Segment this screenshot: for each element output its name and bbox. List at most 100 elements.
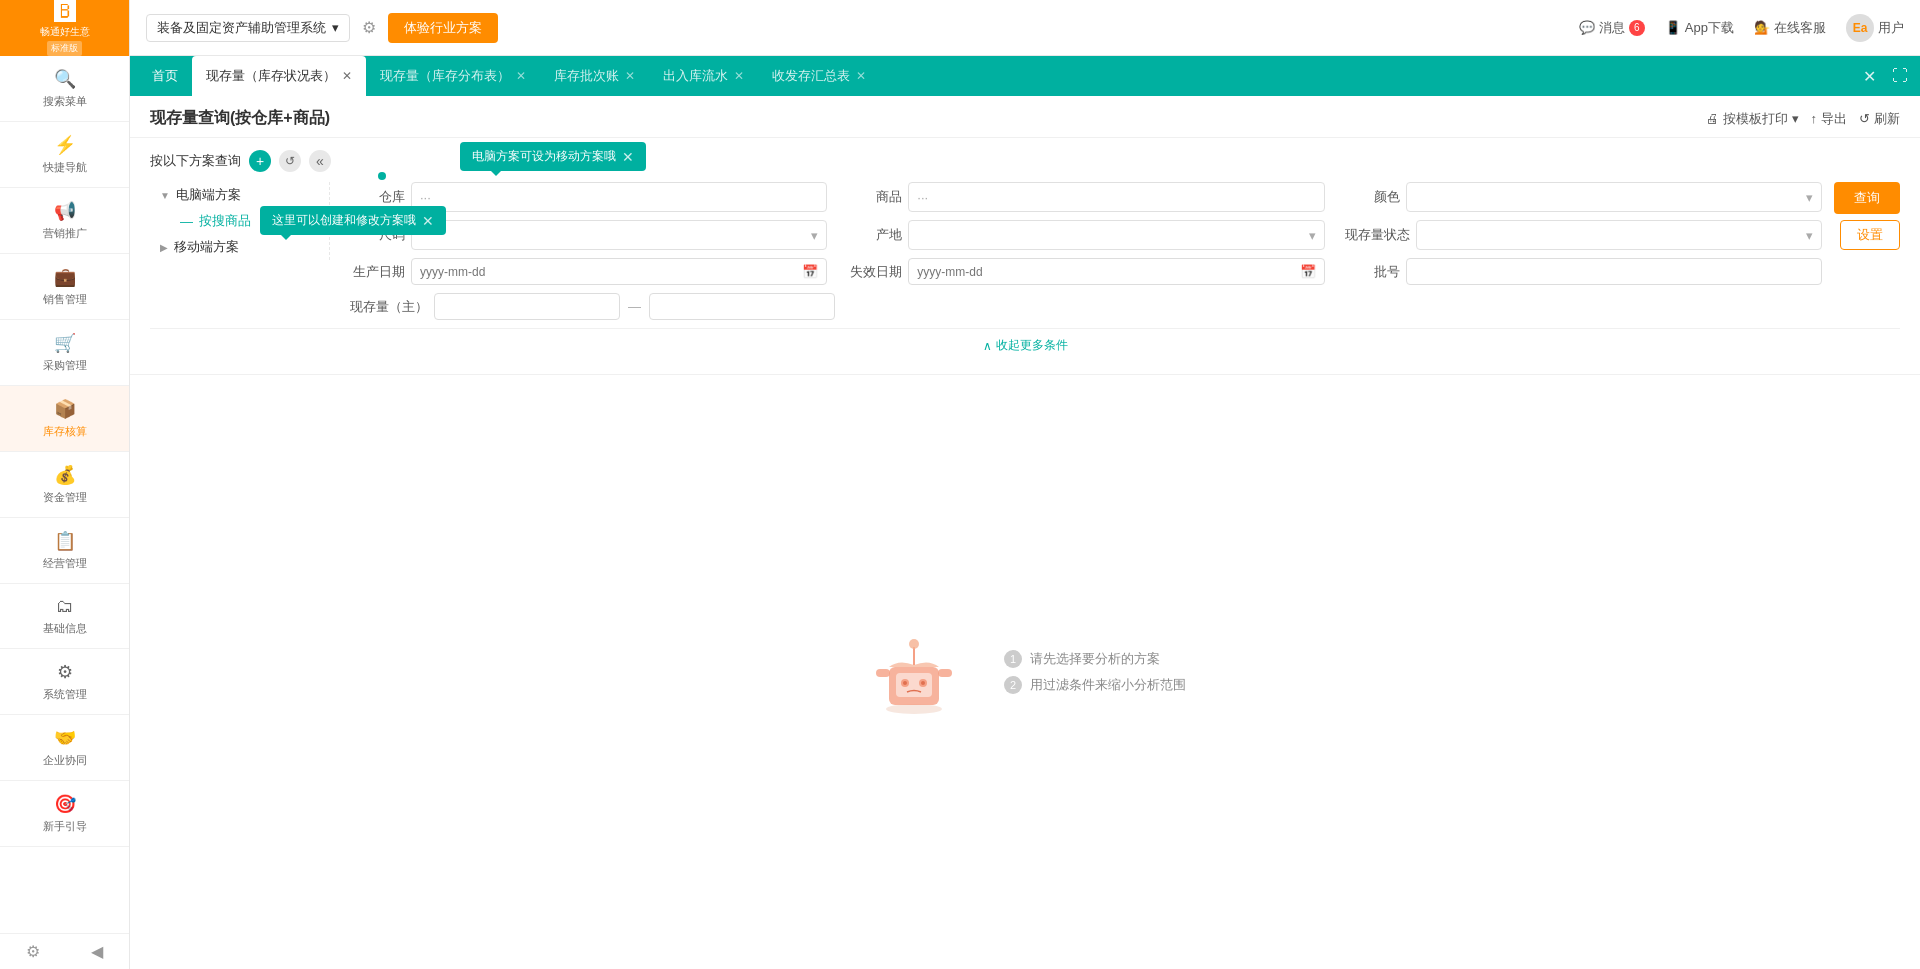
system-name: 装备及固定资产辅助管理系统 [157,19,326,37]
expire-date-input[interactable]: 📅 [908,258,1324,285]
sidebar-item-quick-nav[interactable]: ⚡ 快捷导航 [0,122,129,188]
sidebar-item-search[interactable]: 🔍 搜索菜单 [0,56,129,122]
color-label: 颜色 [1345,188,1400,206]
empty-step-2: 2 用过滤条件来缩小分析范围 [1004,676,1186,694]
batch-input[interactable] [1406,258,1822,285]
goods-dots: ··· [917,190,928,205]
user-avatar: Ea [1846,14,1874,42]
stock-status-input[interactable]: ▾ [1416,220,1822,250]
sidebar-item-enterprise[interactable]: 🤝 企业协同 [0,715,129,781]
produce-date-input[interactable]: 📅 [411,258,827,285]
refresh-btn[interactable]: ↺ 刷新 [1859,110,1900,128]
tab-inout-flow[interactable]: 出入库流水 ✕ [649,56,758,96]
goods-input[interactable]: ··· [908,182,1324,212]
topbar-left: 装备及固定资产辅助管理系统 ▾ ⚙ 体验行业方案 [146,13,498,43]
sidebar-item-purchase[interactable]: 🛒 采购管理 [0,320,129,386]
system-selector[interactable]: 装备及固定资产辅助管理系统 ▾ [146,14,350,42]
expire-date-calendar-icon: 📅 [1300,264,1316,279]
export-label: 导出 [1821,110,1847,128]
tab-inout-flow-close[interactable]: ✕ [734,69,744,83]
batch-label: 批号 [1345,263,1400,281]
sidebar-item-operations[interactable]: 📋 经营管理 [0,518,129,584]
tab-receive-summary[interactable]: 收发存汇总表 ✕ [758,56,880,96]
expire-date-start[interactable] [917,265,1293,279]
print-template-btn[interactable]: 🖨 按模板打印 ▾ [1706,110,1799,128]
sidebar-item-sales[interactable]: 💼 销售管理 [0,254,129,320]
tab-inventory-status-close[interactable]: ✕ [342,69,352,83]
tab-batch-account-close[interactable]: ✕ [625,69,635,83]
stock-status-field: 现存量状态 ▾ [1345,220,1822,250]
step-1-text: 请先选择要分析的方案 [1030,650,1160,668]
warehouse-input[interactable]: ··· [411,182,827,212]
messages-label: 消息 [1599,19,1625,37]
pc-default-dash: — [180,214,193,229]
messages-btn[interactable]: 💬 消息 6 [1579,19,1645,37]
batch-field: 批号 [1345,258,1822,285]
color-input[interactable]: ▾ [1406,182,1822,212]
sidebar-item-system[interactable]: ⚙ 系统管理 [0,649,129,715]
sidebar-bottom: ⚙ ◀ [0,933,129,969]
sidebar-item-basic[interactable]: 🗂 基础信息 [0,584,129,649]
expire-date-field: 失效日期 📅 [847,258,1324,285]
sidebar-item-finance[interactable]: 💰 资金管理 [0,452,129,518]
svg-rect-7 [876,669,890,677]
purchase-icon: 🛒 [54,332,76,354]
tab-home[interactable]: 首页 [138,56,192,96]
produce-date-label: 生产日期 [350,263,405,281]
mobile-arrow-icon: ▶ [160,242,168,253]
origin-field: 产地 ▾ [847,220,1324,250]
color-field: 颜色 ▾ [1345,182,1822,212]
industry-btn[interactable]: 体验行业方案 [388,13,498,43]
create-scheme-tooltip-close[interactable]: ✕ [422,213,434,229]
sidebar-settings-btn[interactable]: ⚙ [26,942,40,961]
search-buttons: 查询 设置 [1834,182,1900,250]
setup-btn[interactable]: 设置 [1840,220,1900,250]
sidebar-item-inventory[interactable]: 📦 库存核算 [0,386,129,452]
search-btn[interactable]: 查询 [1834,182,1900,214]
page-title: 现存量查询(按仓库+商品) [150,108,330,129]
tabs-close-all-btn[interactable]: ✕ [1859,63,1880,90]
origin-input[interactable]: ▾ [908,220,1324,250]
goods-field: 商品 ··· [847,182,1324,212]
pc-arrow-icon: ▼ [160,190,170,201]
tab-receive-summary-label: 收发存汇总表 [772,67,850,85]
reload-scheme-btn[interactable]: ↺ [279,150,301,172]
tab-inventory-dist-close[interactable]: ✕ [516,69,526,83]
sidebar-item-marketing[interactable]: 📢 营销推广 [0,188,129,254]
scheme-tooltip-close[interactable]: ✕ [622,149,634,165]
empty-illustration [864,627,964,717]
finance-icon: 💰 [54,464,76,486]
stock-main-from[interactable] [434,293,620,320]
add-scheme-btn[interactable]: + [249,150,271,172]
system-icon: ⚙ [57,661,73,683]
scheme-tree-mobile[interactable]: ▶ 移动端方案 [160,234,317,260]
filter-fields: 仓库 ··· 商品 ··· [350,182,1822,328]
tab-inout-flow-label: 出入库流水 [663,67,728,85]
export-btn[interactable]: ↑ 导出 [1811,110,1848,128]
sidebar-collapse-btn[interactable]: ◀ [91,942,103,961]
produce-date-start[interactable] [420,265,796,279]
tabs-right-actions: ✕ ⛶ [1859,63,1912,90]
collapse-bar[interactable]: ∧ 收起更多条件 [150,328,1900,362]
refresh-label: 刷新 [1874,110,1900,128]
user-profile-btn[interactable]: Ea 用户 [1846,14,1904,42]
tab-inventory-status[interactable]: 现存量（库存状况表） ✕ [192,56,366,96]
tab-inventory-dist[interactable]: 现存量（库存分布表） ✕ [366,56,540,96]
back-btn[interactable]: « [309,150,331,172]
stock-main-label: 现存量（主） [350,298,428,316]
settings-gear-btn[interactable]: ⚙ [362,18,376,37]
quick-nav-icon: ⚡ [54,134,76,156]
svg-point-10 [909,639,919,649]
scheme-tree-pc[interactable]: ▼ 电脑端方案 [160,182,317,208]
tabs-fullscreen-btn[interactable]: ⛶ [1888,63,1912,89]
stock-main-to[interactable] [649,293,835,320]
main-content: 装备及固定资产辅助管理系统 ▾ ⚙ 体验行业方案 💬 消息 6 📱 App下载 … [130,0,1920,969]
empty-step-1: 1 请先选择要分析的方案 [1004,650,1186,668]
tab-receive-summary-close[interactable]: ✕ [856,69,866,83]
sidebar-item-guide[interactable]: 🎯 新手引导 [0,781,129,847]
expire-date-label: 失效日期 [847,263,902,281]
app-download-btn[interactable]: 📱 App下载 [1665,19,1734,37]
online-support-btn[interactable]: 💁 在线客服 [1754,19,1826,37]
size-input[interactable]: ▾ [411,220,827,250]
tab-batch-account[interactable]: 库存批次账 ✕ [540,56,649,96]
